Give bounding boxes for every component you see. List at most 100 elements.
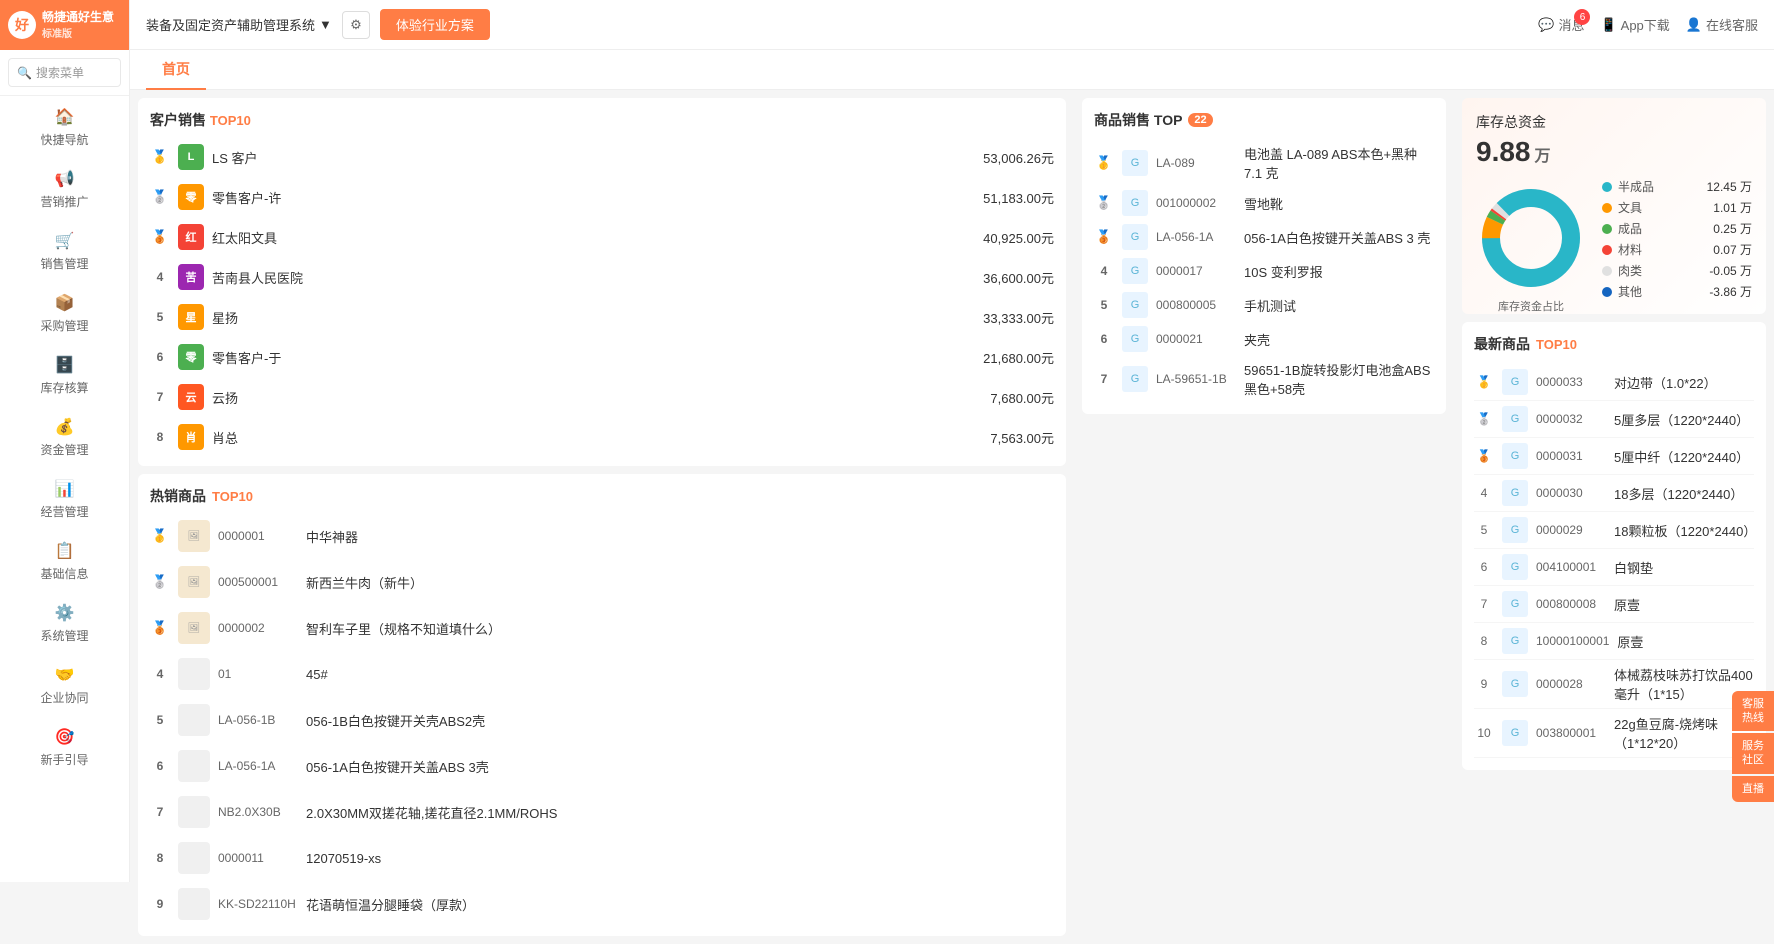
goods-rank-item: 🥈 G 001000002 雪地靴 <box>1094 186 1434 220</box>
sidebar-item-home[interactable]: 🏠 快捷导航 <box>0 96 129 158</box>
legend-dot <box>1602 203 1612 213</box>
product-code: LA-056-1A <box>218 759 298 773</box>
sidebar-item-system[interactable]: ⚙️ 系统管理 <box>0 592 129 654</box>
sidebar-item-inventory[interactable]: 🗄️ 库存核算 <box>0 344 129 406</box>
rank-number: 6 <box>150 347 170 367</box>
newest-image: G <box>1502 671 1528 697</box>
hot-product-item: 8 0000011 12070519-xs <box>150 838 1054 878</box>
product-image: 🖼 <box>178 566 210 598</box>
nav-item-home[interactable]: 首页 <box>146 50 206 90</box>
topbar-right: 💬 消息 6 📱 App下载 👤 在线客服 <box>1538 15 1758 34</box>
goods-name: 59651-1B旋转投影灯电池盒ABS黑色+58壳 <box>1244 360 1434 398</box>
customer-name: 红太阳文具 <box>212 228 975 247</box>
sidebar-item-label-operation: 经营管理 <box>40 503 88 520</box>
sidebar-item-basic[interactable]: 📋 基础信息 <box>0 530 129 592</box>
rank-medal-gold: 🥇 <box>150 147 170 167</box>
newest-products-title: 最新商品 TOP10 <box>1474 334 1754 354</box>
inventory-unit: 万 <box>1535 142 1551 166</box>
newest-image: G <box>1502 443 1528 469</box>
float-community[interactable]: 服务社区 <box>1732 733 1774 774</box>
legend-dot <box>1602 266 1612 276</box>
customer-name: 星扬 <box>212 308 975 327</box>
search-menu-button[interactable]: 🔍 搜索菜单 <box>8 58 121 87</box>
newest-product-item: 5 G 0000029 18颗粒板（1220*2440） <box>1474 512 1754 549</box>
donut-chart-svg <box>1476 183 1586 293</box>
product-image: 🖼 <box>178 612 210 644</box>
hot-products-list: 🥇 🖼 0000001 中华神器 🥈 🖼 000500001 新西兰牛肉（新牛）… <box>150 516 1054 924</box>
legend-dot <box>1602 245 1612 255</box>
customer-ranking-list: 🥇 L LS 客户 53,006.26元 🥈 零 零售客户-许 51,183.0… <box>150 140 1054 454</box>
trial-btn[interactable]: 体验行业方案 <box>380 9 490 40</box>
rank-number: 9 <box>150 894 170 914</box>
legend-dot <box>1602 182 1612 192</box>
legend-value: 0.07 万 <box>1713 241 1752 258</box>
sidebar-item-coop[interactable]: 🤝 企业协同 <box>0 654 129 716</box>
rank-medal-bronze: 🥉 <box>1094 227 1114 247</box>
newest-product-item: 🥉 G 0000031 5厘中纤（1220*2440） <box>1474 438 1754 475</box>
newest-rank: 🥉 <box>1474 449 1494 463</box>
customer-rank-item: 5 星 星扬 33,333.00元 <box>150 300 1054 334</box>
newest-name: 白钢垫 <box>1614 558 1754 577</box>
messages-action[interactable]: 💬 消息 6 <box>1538 15 1584 34</box>
customer-rank-item: 🥈 零 零售客户-许 51,183.00元 <box>150 180 1054 214</box>
legend-name: 材料 <box>1618 241 1707 258</box>
customer-avatar: 零 <box>178 184 204 210</box>
newest-rank: 6 <box>1474 560 1494 574</box>
newest-image: G <box>1502 628 1528 654</box>
app-download-action[interactable]: 📱 App下载 <box>1600 15 1669 34</box>
sidebar-item-sales[interactable]: 🛒 销售管理 <box>0 220 129 282</box>
newest-product-item: 🥈 G 0000032 5厘多层（1220*2440） <box>1474 401 1754 438</box>
inventory-number: 9.88 <box>1476 136 1531 168</box>
legend-value: 12.45 万 <box>1707 178 1752 195</box>
customer-value: 53,006.26元 <box>983 148 1054 167</box>
rank-number: 5 <box>150 307 170 327</box>
float-service: 客服热线 服务社区 直播 <box>1732 691 1774 802</box>
float-live[interactable]: 直播 <box>1732 776 1774 802</box>
sidebar-logo: 好 畅捷通好生意 标准版 <box>0 0 129 50</box>
sidebar-item-purchase[interactable]: 📦 采购管理 <box>0 282 129 344</box>
product-code: 0000002 <box>218 621 298 635</box>
sidebar-item-label-system: 系统管理 <box>40 627 88 644</box>
customer-rank-item: 7 云 云扬 7,680.00元 <box>150 380 1054 414</box>
sidebar-item-marketing[interactable]: 📢 营销推广 <box>0 158 129 220</box>
float-customer-service[interactable]: 客服热线 <box>1732 691 1774 732</box>
system-title-dropdown[interactable]: 装备及固定资产辅助管理系统 ▼ <box>146 15 332 34</box>
sidebar: 好 畅捷通好生意 标准版 🔍 搜索菜单 🏠 快捷导航 📢 营销推广 🛒 销售管理… <box>0 0 130 882</box>
customer-avatar: 肖 <box>178 424 204 450</box>
newest-image: G <box>1502 369 1528 395</box>
goods-name: 电池盖 LA-089 ABS本色+黑种 7.1 克 <box>1244 144 1434 182</box>
sidebar-item-label-home: 快捷导航 <box>40 131 88 148</box>
newest-code: 000800008 <box>1536 597 1606 611</box>
newest-code: 0000030 <box>1536 486 1606 500</box>
hot-product-item: 🥈 🖼 000500001 新西兰牛肉（新牛） <box>150 562 1054 602</box>
rank-number: 8 <box>150 848 170 868</box>
newest-code: 10000100001 <box>1536 634 1609 648</box>
topbar: 装备及固定资产辅助管理系统 ▼ ⚙ 体验行业方案 💬 消息 6 📱 App下载 … <box>130 0 1774 50</box>
legend-item: 文具 1.01 万 <box>1602 199 1752 216</box>
online-service-action[interactable]: 👤 在线客服 <box>1686 15 1758 34</box>
sidebar-item-operation[interactable]: 📊 经营管理 <box>0 468 129 530</box>
customer-rank-item: 8 肖 肖总 7,563.00元 <box>150 420 1054 454</box>
inventory-chart-area: 库存资金占比 半成品 12.45 万 文具 1.01 万 成品 0.25 万 材… <box>1476 178 1752 300</box>
newest-products-card: 最新商品 TOP10 🥇 G 0000033 对边带（1.0*22） 🥈 G 0… <box>1462 322 1766 770</box>
goods-code: LA-089 <box>1156 156 1236 170</box>
hot-products-title: 热销商品 TOP10 <box>150 486 1054 506</box>
legend-item: 半成品 12.45 万 <box>1602 178 1752 195</box>
settings-button[interactable]: ⚙ <box>342 11 370 39</box>
inventory-card: 库存总资金 9.88 万 <box>1462 98 1766 314</box>
sidebar-item-finance[interactable]: 💰 资金管理 <box>0 406 129 468</box>
logo-icon: 好 <box>8 11 36 39</box>
customer-value: 7,563.00元 <box>990 428 1054 447</box>
goods-rank-item: 4 G 0000017 10S 变利罗报 <box>1094 254 1434 288</box>
sidebar-item-label-purchase: 采购管理 <box>40 317 88 334</box>
newest-product-item: 7 G 000800008 原壹 <box>1474 586 1754 623</box>
search-menu-label: 搜索菜单 <box>36 64 84 81</box>
coop-icon: 🤝 <box>54 664 76 686</box>
customer-value: 51,183.00元 <box>983 188 1054 207</box>
product-name: 45# <box>306 667 328 682</box>
product-name: 花语萌恒温分腿睡袋（厚款） <box>306 895 475 914</box>
sidebar-item-guide[interactable]: 🎯 新手引导 <box>0 716 129 778</box>
product-name: 056-1B白色按键开关壳ABS2壳 <box>306 711 485 730</box>
search-icon: 🔍 <box>17 66 32 80</box>
legend-dot <box>1602 224 1612 234</box>
